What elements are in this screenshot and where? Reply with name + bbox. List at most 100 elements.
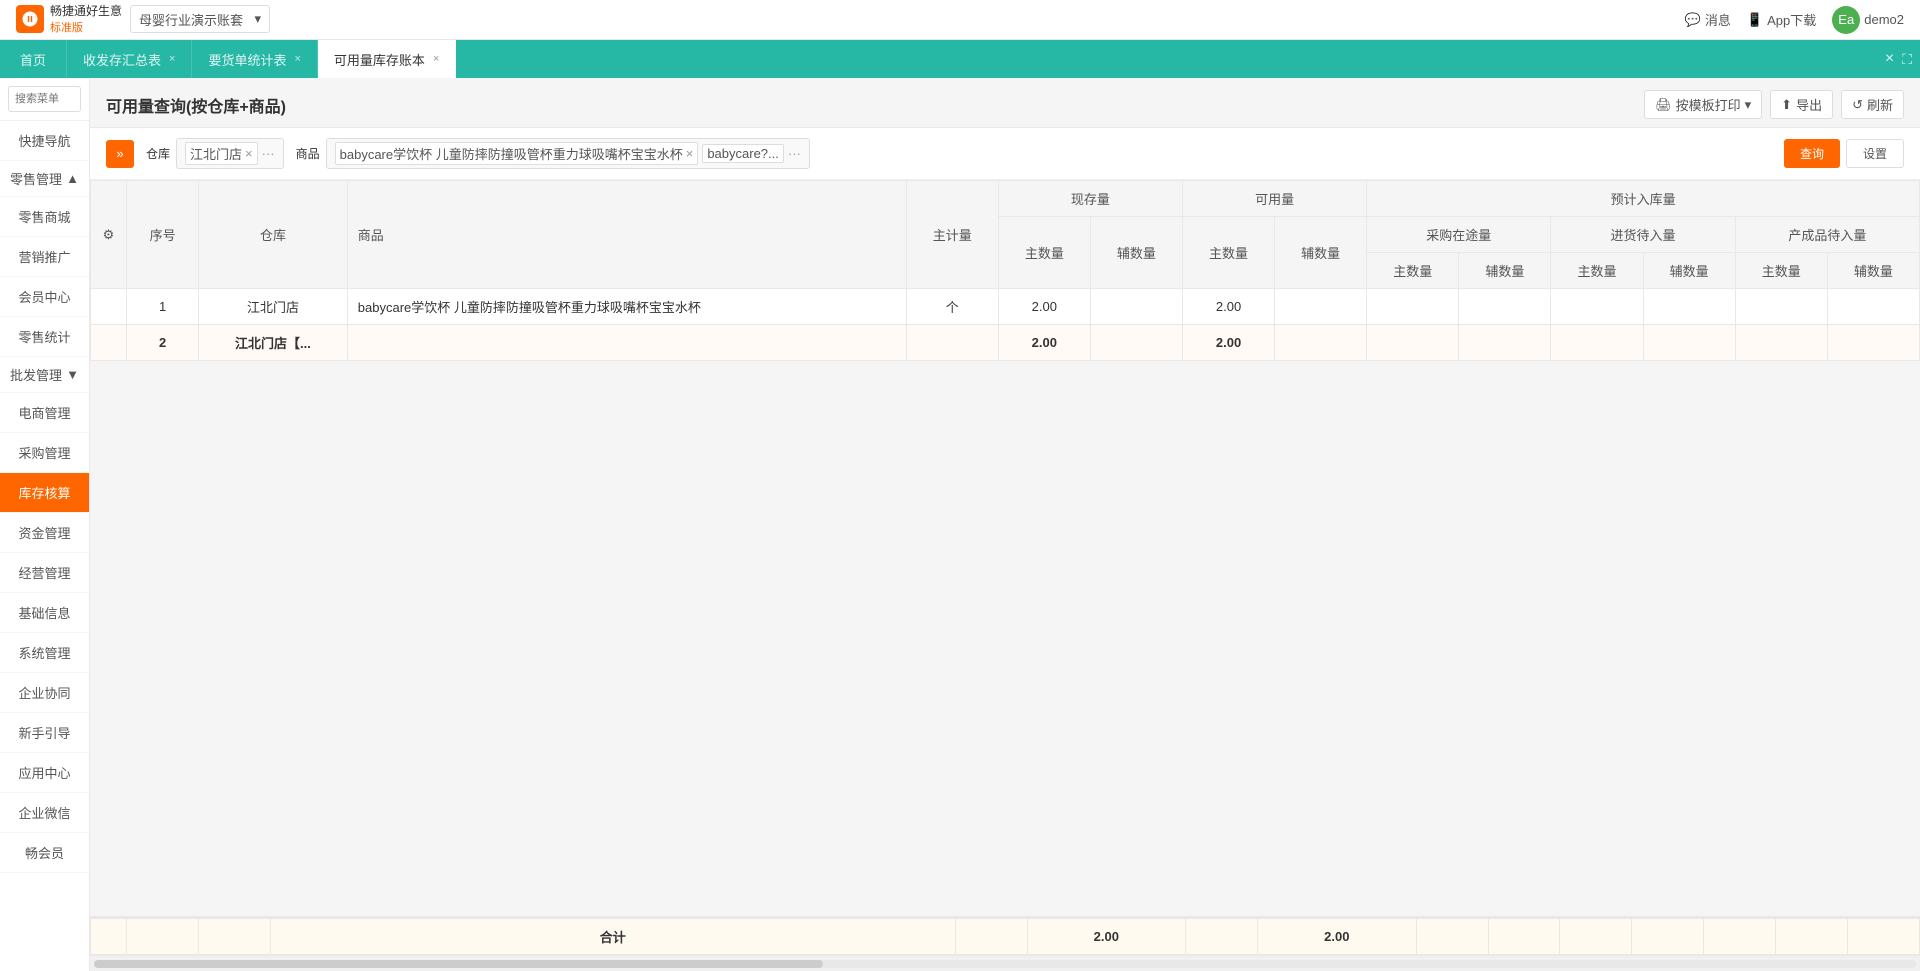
query-btn[interactable]: 查询 bbox=[1784, 139, 1840, 168]
cell-warehouse: 江北门店 bbox=[199, 289, 348, 325]
sidebar-item-label: 会员中心 bbox=[18, 287, 70, 306]
sidebar-item-wholesale[interactable]: 批发管理 ▼ bbox=[0, 357, 89, 393]
th-avail-aux: 辅数量 bbox=[1275, 217, 1367, 289]
tab-available[interactable]: 可用量库存账本 × bbox=[318, 40, 456, 78]
footer-avail-main: 2.00 bbox=[1258, 919, 1417, 955]
sidebar-item-guide[interactable]: 新手引导 bbox=[0, 713, 89, 753]
warehouse-tag-remove[interactable]: × bbox=[245, 146, 253, 161]
cell-product bbox=[347, 325, 906, 361]
th-main-unit: 主计量 bbox=[906, 181, 998, 289]
cell-incoming-aux bbox=[1643, 289, 1735, 325]
tab-orders[interactable]: 要货单统计表 × bbox=[192, 40, 317, 78]
footer-product: 合计 bbox=[270, 919, 955, 955]
top-bar-right: 💬 消息 📱 App下载 Ea demo2 bbox=[1685, 6, 1904, 34]
cell-finished-aux bbox=[1827, 289, 1919, 325]
th-gear[interactable]: ⚙ bbox=[91, 181, 127, 289]
message-btn[interactable]: 💬 消息 bbox=[1685, 10, 1731, 29]
sidebar-item-label: 资金管理 bbox=[18, 523, 70, 542]
app-label: App下载 bbox=[1767, 10, 1816, 29]
main-layout: 快捷导航 零售管理 ▲ 零售商城 营销推广 会员中心 零售统计 批发管理 ▼ 电… bbox=[0, 78, 1920, 971]
sidebar-item-label: 零售统计 bbox=[18, 327, 70, 346]
sidebar-item-wecom[interactable]: 企业微信 bbox=[0, 793, 89, 833]
sidebar-item-label: 快捷导航 bbox=[18, 131, 70, 150]
user-avatar-btn[interactable]: Ea demo2 bbox=[1832, 6, 1904, 34]
tab-home-label: 首页 bbox=[20, 50, 46, 69]
sidebar-item-basic[interactable]: 基础信息 bbox=[0, 593, 89, 633]
logo-text-block: 畅捷通好生意 标准版 bbox=[50, 4, 122, 34]
cell-avail-main: 2.00 bbox=[1182, 325, 1274, 361]
product-filter-value[interactable]: babycare学饮杯 儿童防摔防撞吸管杯重力球吸嘴杯宝宝水杯 × babyca… bbox=[326, 138, 810, 169]
sidebar-item-retail-mgmt[interactable]: 零售管理 ▲ bbox=[0, 161, 89, 197]
sidebar-item-retail-store[interactable]: 零售商城 bbox=[0, 197, 89, 237]
th-finished: 产成品待入量 bbox=[1735, 217, 1919, 253]
tab-available-label: 可用量库存账本 bbox=[334, 50, 425, 69]
th-no: 序号 bbox=[127, 181, 199, 289]
filter-expand-btn[interactable]: » bbox=[106, 140, 134, 168]
cell-current-main: 2.00 bbox=[998, 325, 1090, 361]
footer-unit bbox=[955, 919, 1027, 955]
footer-finished-aux bbox=[1848, 919, 1920, 955]
sidebar-item-apps[interactable]: 应用中心 bbox=[0, 753, 89, 793]
refresh-btn[interactable]: ↺ 刷新 bbox=[1841, 90, 1904, 119]
footer-purchase-aux bbox=[1560, 919, 1632, 955]
warehouse-tag: 江北门店 × bbox=[185, 142, 258, 165]
sidebar-item-purchase[interactable]: 采购管理 bbox=[0, 433, 89, 473]
sidebar-item-enterprise[interactable]: 企业协同 bbox=[0, 673, 89, 713]
product-tag-1-remove[interactable]: × bbox=[686, 146, 694, 161]
sidebar-item-vip[interactable]: 畅会员 bbox=[0, 833, 89, 873]
sidebar-item-retail-stats[interactable]: 零售统计 bbox=[0, 317, 89, 357]
expand-icon: » bbox=[116, 146, 123, 161]
sidebar-item-finance[interactable]: 资金管理 bbox=[0, 513, 89, 553]
footer-avail-aux bbox=[1416, 919, 1488, 955]
settings-btn[interactable]: 设置 bbox=[1846, 139, 1904, 168]
sidebar-item-marketing[interactable]: 营销推广 bbox=[0, 237, 89, 277]
close-all-tabs-btn[interactable]: × bbox=[1885, 50, 1894, 68]
cell-gear bbox=[91, 289, 127, 325]
footer-table: 合计 2.00 2.00 bbox=[90, 918, 1920, 955]
expand-btn[interactable]: ⛶ bbox=[1902, 51, 1912, 68]
industry-select[interactable]: 母婴行业演示账套 ▾ bbox=[130, 5, 270, 33]
export-btn[interactable]: ⬆ 导出 bbox=[1770, 90, 1833, 119]
cell-warehouse: 江北门店【... bbox=[199, 325, 348, 361]
print-label: 按模板打印 bbox=[1676, 95, 1741, 114]
warehouse-tag-text: 江北门店 bbox=[190, 144, 242, 163]
warehouse-filter-value[interactable]: 江北门店 × ··· bbox=[176, 138, 284, 169]
sidebar-item-inventory[interactable]: 库存核算 bbox=[0, 473, 89, 513]
message-label: 消息 bbox=[1705, 10, 1731, 29]
tab-receipts-label: 收发存汇总表 bbox=[83, 50, 161, 69]
tab-home[interactable]: 首页 bbox=[0, 40, 67, 78]
sidebar-item-label: 经营管理 bbox=[18, 563, 70, 582]
search-input[interactable] bbox=[8, 86, 81, 112]
sidebar-item-label: 电商管理 bbox=[18, 403, 70, 422]
filter-dots[interactable]: ··· bbox=[262, 146, 275, 161]
footer-finished-main bbox=[1776, 919, 1848, 955]
tab-orders-close[interactable]: × bbox=[294, 53, 300, 65]
cell-current-aux bbox=[1090, 325, 1182, 361]
app-download-btn[interactable]: 📱 App下载 bbox=[1747, 10, 1816, 29]
sidebar-item-quick-nav[interactable]: 快捷导航 bbox=[0, 121, 89, 161]
sidebar: 快捷导航 零售管理 ▲ 零售商城 营销推广 会员中心 零售统计 批发管理 ▼ 电… bbox=[0, 78, 90, 971]
nav-tabs: 首页 收发存汇总表 × 要货单统计表 × 可用量库存账本 × × ⛶ bbox=[0, 40, 1920, 78]
tab-orders-label: 要货单统计表 bbox=[208, 50, 286, 69]
th-finished-main: 主数量 bbox=[1735, 253, 1827, 289]
tab-receipts[interactable]: 收发存汇总表 × bbox=[67, 40, 192, 78]
sidebar-item-operations[interactable]: 经营管理 bbox=[0, 553, 89, 593]
sidebar-item-system[interactable]: 系统管理 bbox=[0, 633, 89, 673]
tab-available-close[interactable]: × bbox=[433, 53, 439, 65]
sidebar-item-label: 系统管理 bbox=[18, 643, 70, 662]
th-product: 商品 bbox=[347, 181, 906, 289]
tab-receipts-close[interactable]: × bbox=[169, 53, 175, 65]
print-btn[interactable]: 🖨 按模板打印 ▾ bbox=[1644, 90, 1762, 119]
product-tag-2: babycare?... bbox=[702, 144, 784, 163]
product-filter-dots[interactable]: ··· bbox=[788, 146, 801, 161]
scrollbar-thumb[interactable] bbox=[94, 960, 823, 968]
product-tag-1-text: babycare学饮杯 儿童防摔防撞吸管杯重力球吸嘴杯宝宝水杯 bbox=[340, 144, 683, 163]
user-name: demo2 bbox=[1864, 12, 1904, 27]
sidebar-item-label: 基础信息 bbox=[18, 603, 70, 622]
horizontal-scrollbar[interactable] bbox=[90, 955, 1920, 971]
phone-icon: 📱 bbox=[1747, 12, 1763, 28]
sidebar-item-member[interactable]: 会员中心 bbox=[0, 277, 89, 317]
chevron-down-icon: ▾ bbox=[254, 11, 261, 27]
sidebar-item-ecommerce[interactable]: 电商管理 bbox=[0, 393, 89, 433]
cell-finished-main bbox=[1735, 325, 1827, 361]
